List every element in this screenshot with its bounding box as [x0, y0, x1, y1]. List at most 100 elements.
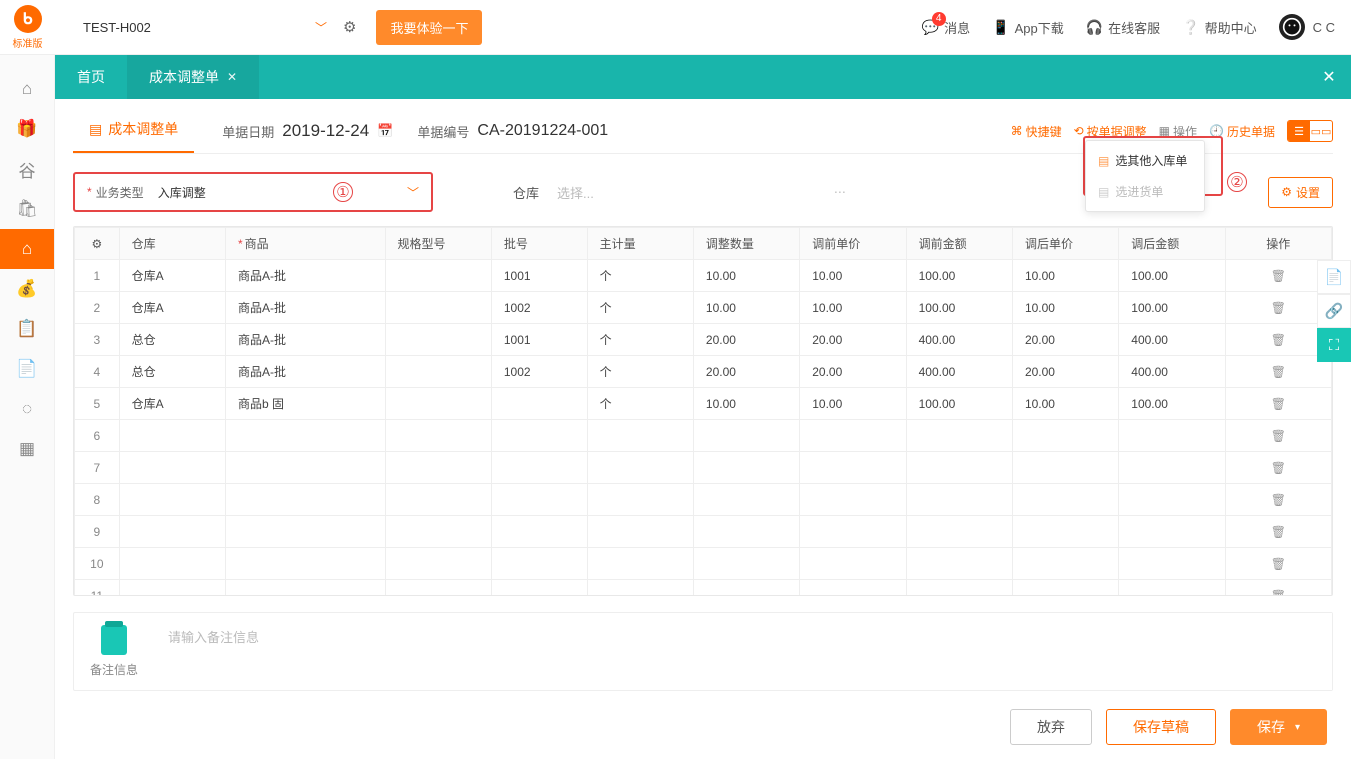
- delete-row-icon[interactable]: 🗑: [1271, 589, 1286, 597]
- table-row[interactable]: 11🗑: [75, 580, 1332, 597]
- col-price-after[interactable]: 调后单价: [1012, 228, 1118, 260]
- table-row[interactable]: 5仓库A商品b 固个10.0010.00100.0010.00100.00🗑: [75, 388, 1332, 420]
- doc-title-tab[interactable]: ▤成本调整单: [73, 109, 194, 153]
- tool-operations[interactable]: ▦操作: [1159, 123, 1197, 140]
- doc-icon: ▤: [1098, 185, 1109, 199]
- keyboard-icon: ⌘: [1011, 124, 1023, 138]
- source-order-popup: ▤选其他入库单 ▤选进货单: [1085, 140, 1205, 212]
- table-row[interactable]: 2仓库A商品A-批1002个10.0010.00100.0010.00100.0…: [75, 292, 1332, 324]
- dock-expand[interactable]: ⛶: [1317, 328, 1351, 362]
- delete-row-icon[interactable]: 🗑: [1271, 557, 1286, 571]
- annotation-1: ①: [333, 182, 353, 202]
- phone-icon: 📱: [992, 19, 1009, 36]
- right-dock: 📄 🔗 ⛶: [1317, 260, 1351, 362]
- popup-option-purchase[interactable]: ▤选进货单: [1086, 176, 1204, 207]
- list-view-icon[interactable]: ☰: [1288, 121, 1310, 141]
- table-row[interactable]: 9🗑: [75, 516, 1332, 548]
- avatar[interactable]: [1279, 14, 1305, 40]
- annotation-2: ②: [1227, 172, 1247, 192]
- table-row[interactable]: 7🗑: [75, 452, 1332, 484]
- adjust-icon: ⟲: [1074, 124, 1084, 138]
- nav-house[interactable]: ⾕: [0, 149, 54, 189]
- nav-new[interactable]: ▦: [0, 429, 54, 469]
- dock-link[interactable]: 🔗: [1317, 294, 1351, 328]
- delete-row-icon[interactable]: 🗑: [1271, 365, 1286, 379]
- popup-option-other-inbound[interactable]: ▤选其他入库单: [1086, 145, 1204, 176]
- card-view-icon[interactable]: ▭▭: [1310, 121, 1332, 141]
- chevron-down-icon: ▾: [1295, 722, 1300, 733]
- delete-row-icon[interactable]: 🗑: [1271, 301, 1286, 315]
- business-type-select[interactable]: *业务类型入库调整 ﹀ ①: [73, 172, 433, 212]
- table-row[interactable]: 4总仓商品A-批1002个20.0020.00400.0020.00400.00…: [75, 356, 1332, 388]
- close-all-tabs[interactable]: ✕: [1307, 55, 1351, 99]
- col-amount-after[interactable]: 调后金额: [1119, 228, 1225, 260]
- help-center-link[interactable]: ❔帮助中心: [1182, 18, 1256, 37]
- col-qty[interactable]: 调整数量: [693, 228, 799, 260]
- nav-gift[interactable]: 🎁: [0, 109, 54, 149]
- logo: ᑲ 标准版: [0, 5, 55, 50]
- nav-sync[interactable]: ◌: [0, 389, 54, 429]
- org-selector[interactable]: TEST-H002﹀: [75, 12, 335, 42]
- nav-form[interactable]: 📄: [0, 349, 54, 389]
- history-icon: 🕘: [1209, 124, 1224, 138]
- trial-button[interactable]: 我要体验一下: [376, 10, 482, 45]
- nav-report[interactable]: 📋: [0, 309, 54, 349]
- view-toggle[interactable]: ☰▭▭: [1287, 120, 1333, 142]
- save-draft-button[interactable]: 保存草稿: [1106, 709, 1216, 745]
- doc-number: 单据编号CA-20191224-001: [417, 122, 608, 141]
- delete-row-icon[interactable]: 🗑: [1271, 525, 1286, 539]
- message-badge: 4: [932, 12, 946, 26]
- customer-service-link[interactable]: 🎧在线客服: [1086, 18, 1160, 37]
- chevron-down-icon: ﹀: [315, 19, 327, 36]
- save-button[interactable]: 保存▾: [1230, 709, 1327, 745]
- table-row[interactable]: 8🗑: [75, 484, 1332, 516]
- delete-row-icon[interactable]: 🗑: [1271, 269, 1286, 283]
- delete-row-icon[interactable]: 🗑: [1271, 493, 1286, 507]
- tab-close-icon[interactable]: ✕: [227, 70, 237, 84]
- nav-money[interactable]: 💰: [0, 269, 54, 309]
- warehouse-filter[interactable]: 仓库选择...⋯: [513, 183, 848, 202]
- col-warehouse[interactable]: 仓库: [119, 228, 225, 260]
- table-row[interactable]: 1仓库A商品A-批1001个10.0010.00100.0010.00100.0…: [75, 260, 1332, 292]
- delete-row-icon[interactable]: 🗑: [1271, 429, 1286, 443]
- user-name: C C: [1313, 20, 1335, 35]
- settings-button[interactable]: ⚙设置: [1268, 177, 1333, 208]
- help-icon: ❔: [1182, 19, 1199, 36]
- col-config[interactable]: ⚙: [75, 228, 120, 260]
- col-unit[interactable]: 主计量: [587, 228, 693, 260]
- table-row[interactable]: 6🗑: [75, 420, 1332, 452]
- app-download-link[interactable]: 📱App下载: [992, 18, 1064, 37]
- table-row[interactable]: 10🗑: [75, 548, 1332, 580]
- delete-row-icon[interactable]: 🗑: [1271, 397, 1286, 411]
- nav-warehouse[interactable]: ⌂: [0, 229, 54, 269]
- col-product[interactable]: *商品: [226, 228, 386, 260]
- tab-home[interactable]: 首页: [55, 55, 127, 99]
- items-grid: ⚙ 仓库 *商品 规格型号 批号 主计量 调整数量 调前单价 调前金额 调后单价…: [74, 227, 1332, 596]
- tool-history[interactable]: 🕘历史单据: [1209, 123, 1275, 140]
- messages-link[interactable]: 💬消息4: [922, 18, 970, 37]
- delete-row-icon[interactable]: 🗑: [1271, 461, 1286, 475]
- calendar-icon[interactable]: 📅: [377, 123, 393, 139]
- col-price-before[interactable]: 调前单价: [800, 228, 906, 260]
- grid-icon: ▦: [1159, 124, 1170, 138]
- nav-bag[interactable]: 🛍: [0, 189, 54, 229]
- delete-row-icon[interactable]: 🗑: [1271, 333, 1286, 347]
- document-icon: ▤: [89, 121, 102, 138]
- col-spec[interactable]: 规格型号: [385, 228, 491, 260]
- col-batch[interactable]: 批号: [491, 228, 587, 260]
- col-amount-before[interactable]: 调前金额: [906, 228, 1012, 260]
- nav-home[interactable]: ⌂: [0, 69, 54, 109]
- more-icon[interactable]: ⋯: [834, 185, 848, 199]
- tool-hotkey[interactable]: ⌘快捷键: [1011, 123, 1062, 140]
- doc-date: 单据日期2019-12-24📅: [222, 121, 393, 141]
- tab-cost-adjust[interactable]: 成本调整单✕: [127, 55, 259, 99]
- tool-by-order[interactable]: ⟲按单据调整: [1074, 123, 1147, 140]
- remark-label: 备注信息: [74, 613, 154, 690]
- remark-input[interactable]: [154, 613, 1332, 690]
- dock-note[interactable]: 📄: [1317, 260, 1351, 294]
- discard-button[interactable]: 放弃: [1010, 709, 1092, 745]
- gear-icon[interactable]: ⚙: [343, 18, 356, 36]
- table-row[interactable]: 3总仓商品A-批1001个20.0020.00400.0020.00400.00…: [75, 324, 1332, 356]
- chevron-down-icon: ﹀: [407, 184, 419, 201]
- gear-icon: ⚙: [1281, 185, 1292, 199]
